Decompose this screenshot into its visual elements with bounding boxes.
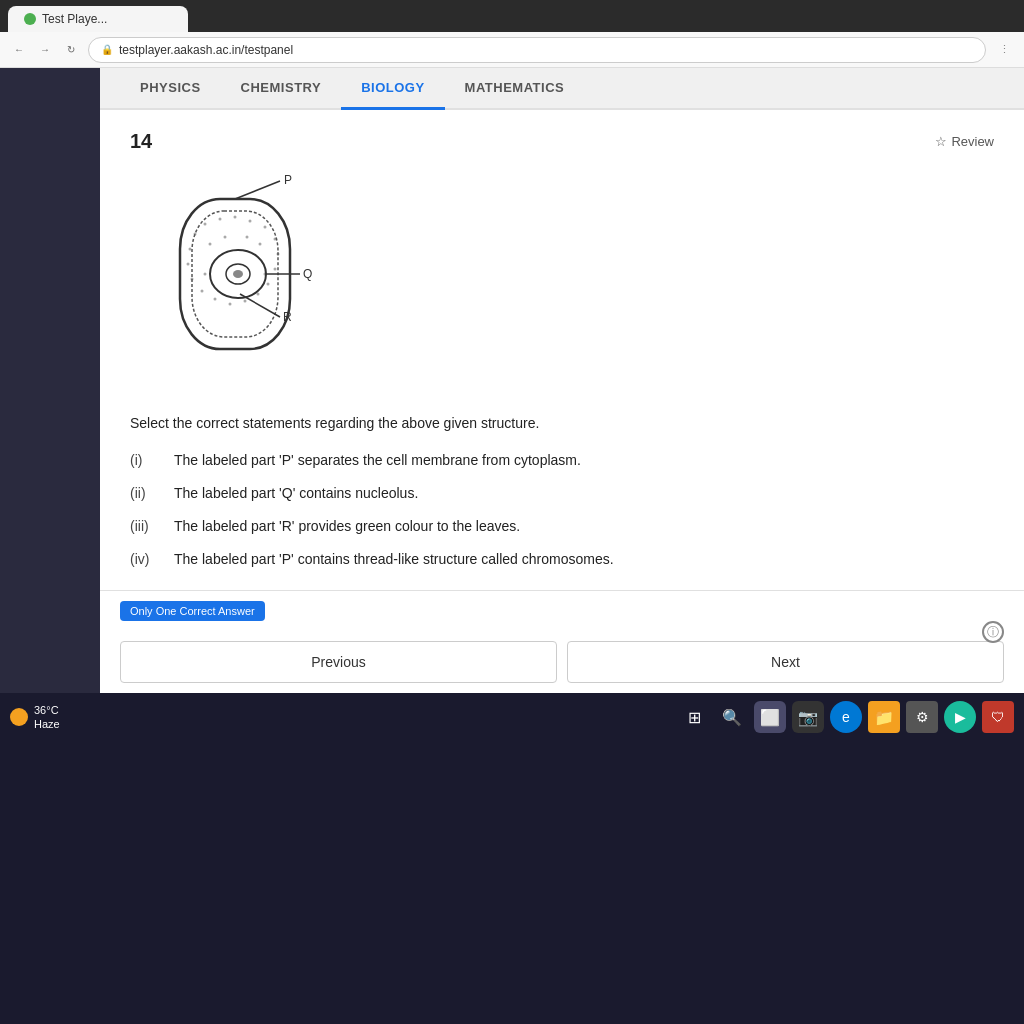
options-list: (i) The labeled part 'P' separates the c… (130, 450, 994, 570)
option-ii-label: (ii) (130, 483, 166, 504)
tab-biology[interactable]: BIOLOGY (341, 68, 444, 110)
option-ii: (ii) The labeled part 'Q' contains nucle… (130, 483, 994, 504)
browser-window: Test Playe... ← → ↻ 🔒 testplayer.aakash.… (0, 0, 1024, 693)
weather-text: 36°C Haze (34, 703, 60, 732)
svg-text:R: R (283, 310, 292, 324)
svg-point-16 (187, 263, 190, 266)
option-iii-text: The labeled part 'R' provides green colo… (174, 516, 520, 537)
url-text: testplayer.aakash.ac.in/testpanel (119, 43, 293, 57)
svg-text:P: P (284, 173, 292, 187)
svg-point-23 (224, 236, 227, 239)
cell-diagram-svg: P Q R (150, 169, 330, 389)
svg-line-33 (240, 294, 280, 317)
svg-point-4 (249, 220, 252, 223)
svg-point-14 (201, 290, 204, 293)
bottom-section: Only One Correct Answer ⓘ Previous Next (100, 590, 1024, 693)
svg-point-24 (246, 236, 249, 239)
active-browser-tab[interactable]: Test Playe... (8, 6, 188, 32)
cell-diagram: P Q R (150, 169, 350, 393)
svg-point-5 (264, 226, 267, 229)
question-area: 14 ☆ Review (100, 110, 1024, 590)
svg-point-12 (229, 303, 232, 306)
weather-temp: 36°C (34, 703, 60, 717)
svg-point-1 (204, 223, 207, 226)
files-icon[interactable]: 📁 (868, 701, 900, 733)
svg-point-3 (234, 216, 237, 219)
url-input[interactable]: 🔒 testplayer.aakash.ac.in/testpanel (88, 37, 986, 63)
answer-type-badge: Only One Correct Answer (120, 601, 1004, 631)
browser-tab-strip: Test Playe... (0, 0, 1024, 32)
ext-icon-1: ⋮ (994, 40, 1014, 60)
security-icon[interactable]: 🛡 (982, 701, 1014, 733)
task-view-button[interactable]: ⬜ (754, 701, 786, 733)
option-ii-text: The labeled part 'Q' contains nucleolus. (174, 483, 418, 504)
option-iv-label: (iv) (130, 549, 166, 570)
previous-button[interactable]: Previous (120, 641, 557, 683)
svg-point-13 (214, 298, 217, 301)
content-wrapper: PHYSICS CHEMISTRY BIOLOGY MATHEMATICS 14… (0, 68, 1024, 693)
question-number: 14 (130, 130, 152, 153)
option-i: (i) The labeled part 'P' separates the c… (130, 450, 994, 471)
svg-point-2 (219, 218, 222, 221)
question-header: 14 ☆ Review (130, 130, 994, 153)
option-iii-label: (iii) (130, 516, 166, 537)
svg-point-11 (244, 300, 247, 303)
next-button[interactable]: Next (567, 641, 1004, 683)
extension-icons: ⋮ (994, 40, 1014, 60)
info-icon[interactable]: ⓘ (982, 621, 1004, 643)
lock-icon: 🔒 (101, 44, 113, 55)
weather-icon (10, 708, 28, 726)
taskbar: 36°C Haze ⊞ 🔍 ⬜ 📷 e 📁 ⚙ ▶ 🛡 (0, 693, 1024, 741)
option-iii: (iii) The labeled part 'R' provides gree… (130, 516, 994, 537)
tab-label: Test Playe... (42, 12, 107, 26)
svg-line-29 (235, 181, 280, 199)
option-i-text: The labeled part 'P' separates the cell … (174, 450, 581, 471)
svg-point-28 (233, 270, 243, 278)
svg-text:Q: Q (303, 267, 312, 281)
edge-browser-icon[interactable]: e (830, 701, 862, 733)
option-i-label: (i) (130, 450, 166, 471)
tab-favicon (24, 13, 36, 25)
star-icon: ☆ (935, 134, 947, 149)
tab-chemistry[interactable]: CHEMISTRY (221, 68, 342, 108)
tab-mathematics[interactable]: MATHEMATICS (445, 68, 585, 108)
test-panel: PHYSICS CHEMISTRY BIOLOGY MATHEMATICS 14… (100, 68, 1024, 693)
tab-physics[interactable]: PHYSICS (120, 68, 221, 108)
back-button[interactable]: ← (10, 41, 28, 59)
navigation-buttons: Previous Next (120, 631, 1004, 693)
left-sidebar (0, 68, 100, 693)
windows-start-button[interactable]: ⊞ (678, 701, 710, 733)
svg-point-20 (259, 243, 262, 246)
review-label: Review (951, 134, 994, 149)
option-iv: (iv) The labeled part 'P' contains threa… (130, 549, 994, 570)
svg-point-17 (189, 248, 192, 251)
svg-point-10 (257, 293, 260, 296)
question-text: Select the correct statements regarding … (130, 413, 994, 434)
forward-button[interactable]: → (36, 41, 54, 59)
settings-icon[interactable]: ⚙ (906, 701, 938, 733)
address-bar-row: ← → ↻ 🔒 testplayer.aakash.ac.in/testpane… (0, 32, 1024, 68)
weather-widget: 36°C Haze (10, 703, 60, 732)
svg-point-8 (274, 268, 277, 271)
review-button[interactable]: ☆ Review (935, 134, 994, 149)
weather-desc: Haze (34, 717, 60, 731)
media-icon[interactable]: ▶ (944, 701, 976, 733)
svg-point-19 (209, 243, 212, 246)
camera-taskbar-icon[interactable]: 📷 (792, 701, 824, 733)
subject-tabs: PHYSICS CHEMISTRY BIOLOGY MATHEMATICS (100, 68, 1024, 110)
answer-type-text: Only One Correct Answer (120, 601, 265, 621)
refresh-button[interactable]: ↻ (62, 41, 80, 59)
svg-point-21 (204, 273, 207, 276)
taskbar-icons: ⊞ 🔍 ⬜ 📷 e 📁 ⚙ ▶ 🛡 (678, 701, 1014, 733)
svg-point-9 (267, 283, 270, 286)
search-taskbar-button[interactable]: 🔍 (716, 701, 748, 733)
option-iv-text: The labeled part 'P' contains thread-lik… (174, 549, 614, 570)
